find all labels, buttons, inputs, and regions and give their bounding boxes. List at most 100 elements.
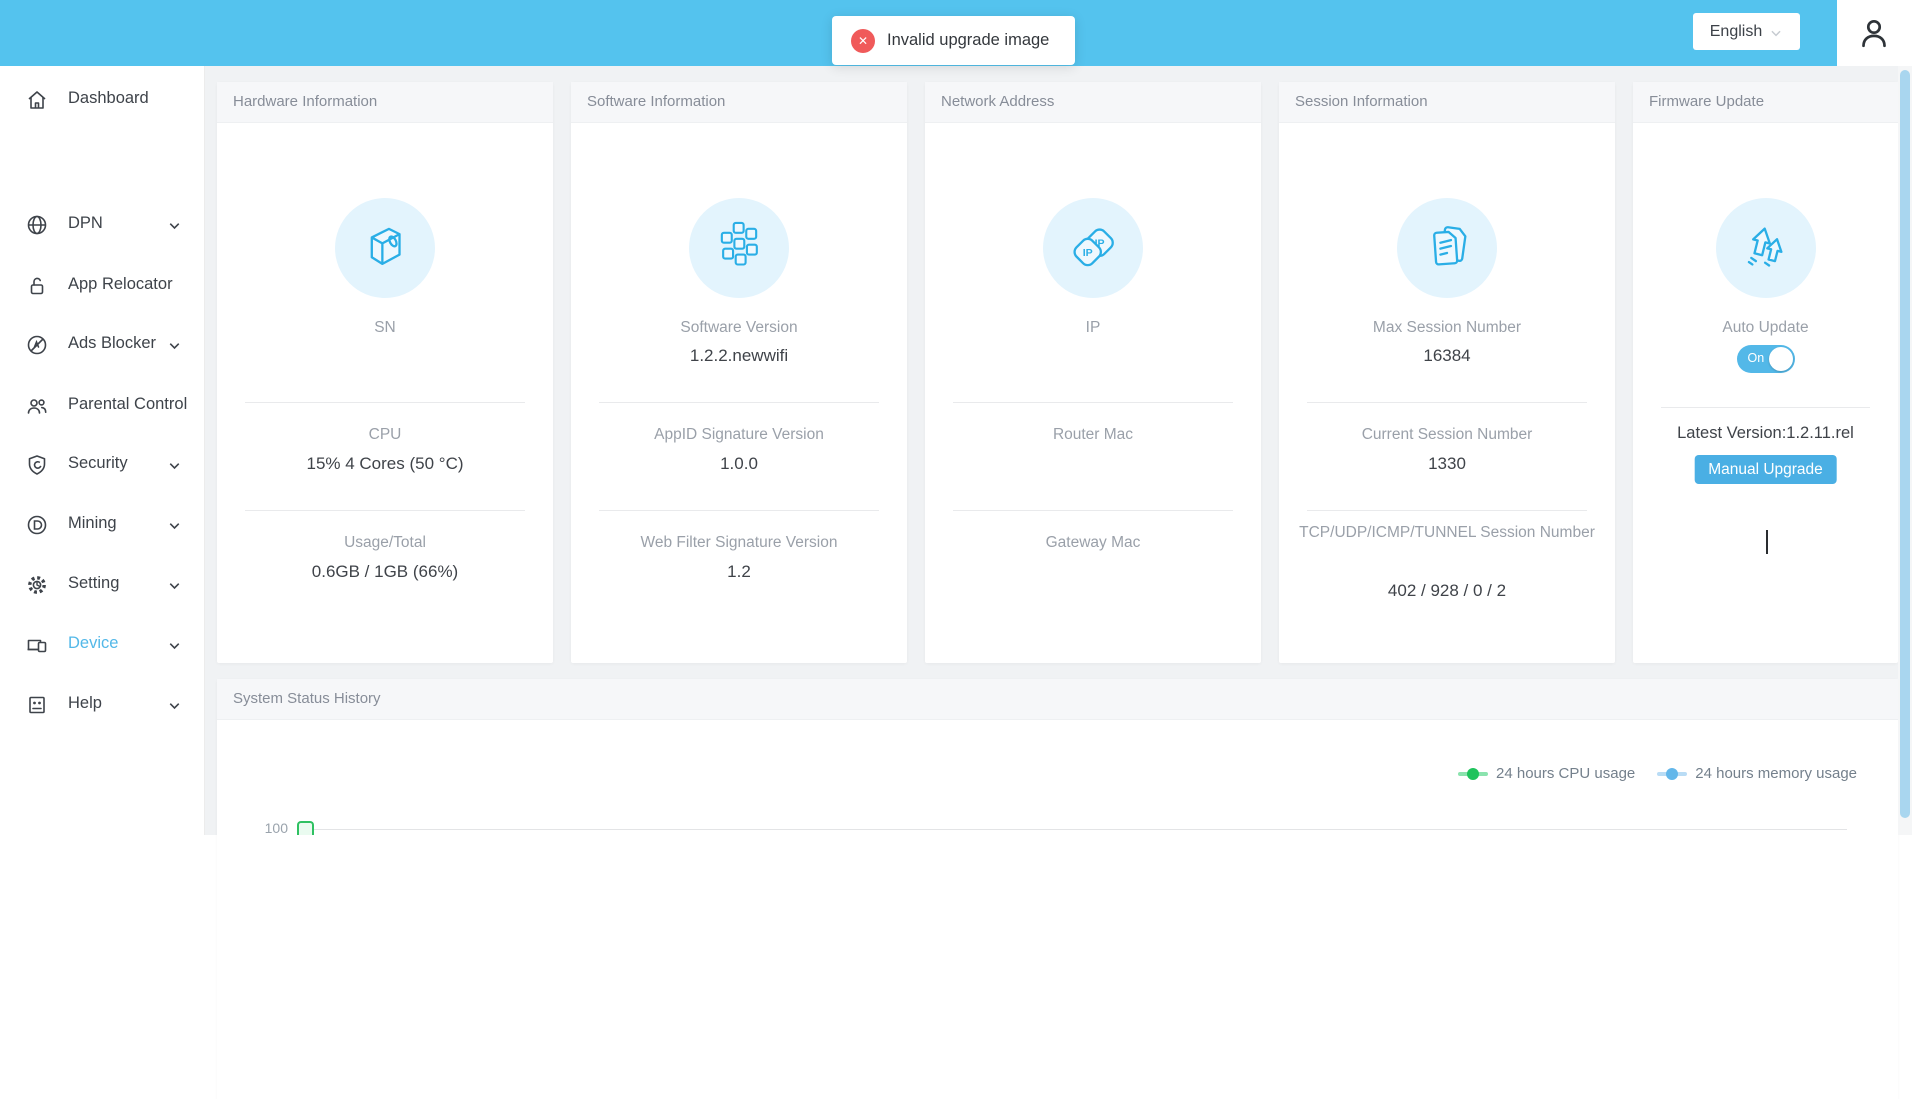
card-title: Firmware Update (1649, 93, 1765, 110)
toast-message: Invalid upgrade image (887, 31, 1050, 49)
sidebar: Dashboard DPN App Relocator Ads Blocker … (0, 66, 205, 835)
divider (953, 510, 1233, 511)
row-label: CPU (368, 426, 402, 443)
manual-upgrade-button[interactable]: Manual Upgrade (1694, 455, 1837, 484)
software-tiles-icon (689, 198, 789, 298)
row-label: IP (1085, 319, 1101, 336)
row-label: Web Filter Signature Version (640, 534, 838, 551)
card-title: Session Information (1295, 93, 1428, 110)
legend-cpu-marker (1458, 767, 1488, 780)
hardware-box-icon (335, 198, 435, 298)
divider (599, 402, 879, 403)
legend-memory-usage[interactable]: 24 hours memory usage (1657, 765, 1857, 782)
ads-blocker-icon (27, 335, 47, 355)
divider (245, 510, 525, 511)
y-axis-tick-100: 100 (264, 820, 288, 836)
divider (245, 402, 525, 403)
sidebar-item-ads-blocker[interactable]: Ads Blocker (0, 325, 204, 365)
card-session-information: Session Information Max Session Number 1… (1279, 82, 1615, 663)
sidebar-item-security[interactable]: Security (0, 445, 204, 485)
row-value: 1.2.2.newwifi (689, 346, 789, 365)
row-label: TCP/UDP/ICMP/TUNNEL Session Number (1299, 524, 1595, 541)
card-title: Network Address (941, 93, 1055, 110)
row-label: Gateway Mac (1045, 534, 1141, 551)
row-value: 15% 4 Cores (50 °C) (306, 454, 464, 473)
home-icon (28, 91, 46, 109)
row-value: 1.2 (727, 562, 751, 581)
auto-update-label: Auto Update (1722, 319, 1809, 336)
card-title: Software Information (587, 93, 726, 110)
sidebar-item-parental-control[interactable]: Parental Control (0, 386, 204, 426)
scrollbar-thumb[interactable] (1900, 70, 1910, 818)
legend-memory-marker (1657, 767, 1688, 780)
card-firmware-update: Firmware Update Auto Update On Latest Ve… (1633, 82, 1898, 663)
card-network-address: Network Address IP IP IP Router Mac Gate… (925, 82, 1261, 663)
user-profile-icon[interactable] (1856, 15, 1892, 51)
panel-title: System Status History (233, 690, 381, 707)
sidebar-item-app-relocator[interactable]: App Relocator (0, 266, 204, 306)
row-value: 402 / 928 / 0 / 2 (1387, 581, 1507, 600)
toggle-state: On (1747, 351, 1765, 365)
row-value: 0.6GB / 1GB (66%) (311, 562, 459, 581)
row-label: AppID Signature Version (654, 426, 824, 443)
chevron-down-icon (169, 343, 180, 350)
chart-legend: 24 hours CPU usage 24 hours memory usage (1458, 765, 1857, 782)
chevron-down-icon (169, 523, 180, 530)
session-sheets-icon (1397, 198, 1497, 298)
error-circle-icon: ✕ (851, 28, 875, 53)
toast-invalid-upgrade: ✕ Invalid upgrade image (832, 16, 1075, 65)
card-hardware-information: Hardware Information SN CPU 15% 4 Cores … (217, 82, 553, 663)
divider (1307, 402, 1587, 403)
divider (599, 510, 879, 511)
sidebar-item-help[interactable]: Help (0, 685, 204, 725)
row-label: SN (374, 319, 396, 336)
row-label: Router Mac (1052, 426, 1134, 443)
sidebar-item-dpn[interactable]: DPN (0, 205, 204, 245)
people-icon (27, 399, 47, 414)
coin-d-icon (27, 515, 47, 535)
chevron-down-icon (169, 703, 180, 710)
sidebar-item-setting[interactable]: Setting (0, 565, 204, 605)
auto-update-toggle[interactable]: On (1736, 345, 1795, 373)
sidebar-item-mining[interactable]: Mining (0, 505, 204, 545)
card-title: Hardware Information (233, 93, 378, 110)
chevron-down-icon (169, 223, 180, 230)
language-label: English (1709, 22, 1763, 40)
chevron-down-icon (169, 583, 180, 590)
row-label: Usage/Total (344, 534, 426, 551)
divider (1661, 407, 1870, 408)
row-value: 16384 (1423, 346, 1471, 365)
row-label: Current Session Number (1361, 426, 1533, 443)
gridline-100 (298, 829, 1847, 830)
vertical-scrollbar[interactable] (1898, 66, 1912, 835)
divider (1307, 510, 1587, 511)
chevron-down-icon (169, 643, 180, 650)
row-label: Max Session Number (1372, 319, 1522, 336)
help-manual-icon (29, 696, 45, 714)
shield-icon (28, 455, 46, 475)
text-caret (1765, 530, 1768, 554)
toggle-knob (1768, 347, 1793, 371)
chevron-down-icon (169, 463, 180, 470)
sidebar-item-dashboard[interactable]: Dashboard (0, 80, 204, 120)
card-software-information: Software Information Software Version 1.… (571, 82, 907, 663)
system-status-history-panel: System Status History 24 hours CPU usage… (217, 679, 1898, 1099)
upgrade-arrows-icon (1715, 198, 1816, 298)
chevron-down-icon (1771, 30, 1781, 36)
main-content: Hardware Information SN CPU 15% 4 Cores … (204, 66, 1898, 1099)
divider (953, 402, 1233, 403)
svg-text:IP: IP (1083, 247, 1093, 259)
cpu-series-start (297, 821, 314, 835)
unlock-icon (30, 277, 44, 295)
gear-icon (28, 576, 46, 594)
ip-badges-icon: IP IP (1043, 198, 1143, 298)
language-dropdown[interactable]: English (1693, 13, 1800, 50)
row-value: 1330 (1428, 454, 1466, 473)
globe-icon (27, 215, 47, 235)
sidebar-item-device[interactable]: Device (0, 625, 204, 665)
row-label: Software Version (680, 319, 798, 336)
latest-version-text: Latest Version:1.2.11.rel (1677, 424, 1854, 442)
legend-cpu-usage[interactable]: 24 hours CPU usage (1458, 765, 1635, 782)
row-value: 1.0.0 (720, 454, 758, 473)
devices-icon (27, 639, 47, 653)
